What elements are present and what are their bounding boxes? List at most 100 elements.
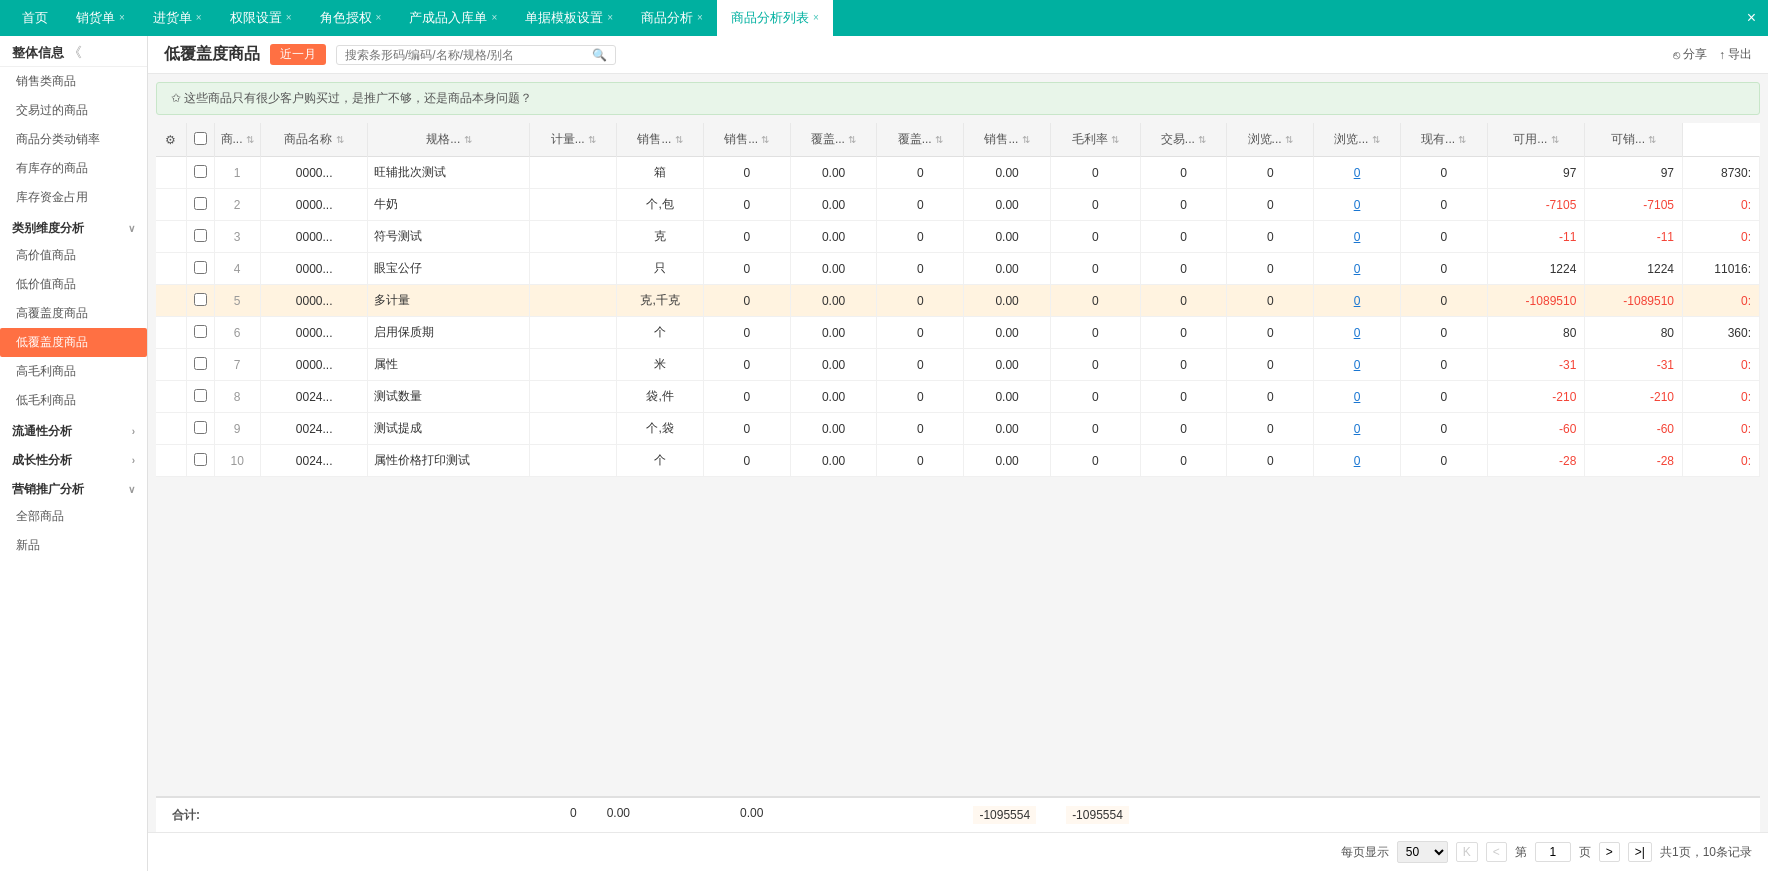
- close-icon[interactable]: ×: [491, 0, 497, 36]
- sidebar-item-low-value[interactable]: 低价值商品: [0, 270, 147, 299]
- sidebar-item-high-margin[interactable]: 高毛利商品: [0, 357, 147, 386]
- nav-tab-products[interactable]: 产成品入库单 ×: [395, 0, 511, 36]
- table-footer: 合计: 0 0.00 0.00 -1095554 -1095554: [156, 796, 1760, 832]
- row-checkbox[interactable]: [186, 381, 214, 413]
- sidebar-promo-section[interactable]: 营销推广分析 ∨: [0, 473, 147, 502]
- col-sales-amt[interactable]: 销售... ⇅: [703, 123, 790, 157]
- col-margin[interactable]: 毛利率 ⇅: [1050, 123, 1140, 157]
- col-available[interactable]: 可用... ⇅: [1487, 123, 1585, 157]
- col-coverage1[interactable]: 覆盖... ⇅: [790, 123, 877, 157]
- col-trade[interactable]: 交易... ⇅: [1140, 123, 1227, 157]
- row-settings: [156, 157, 186, 189]
- col-browse1[interactable]: 浏览... ⇅: [1227, 123, 1314, 157]
- nav-tab-home[interactable]: 首页: [8, 0, 62, 36]
- row-browse2: 0: [1400, 253, 1487, 285]
- sidebar-item-new-goods[interactable]: 新品: [0, 531, 147, 560]
- sidebar-growth-section[interactable]: 成长性分析 ›: [0, 444, 147, 473]
- sidebar-item-stock[interactable]: 有库存的商品: [0, 154, 147, 183]
- row-checkbox[interactable]: [186, 285, 214, 317]
- sidebar-flow-section[interactable]: 流通性分析 ›: [0, 415, 147, 444]
- page-number-input[interactable]: [1535, 842, 1571, 862]
- row-browse1[interactable]: 0: [1314, 221, 1401, 253]
- col-code[interactable]: 商... ⇅: [214, 123, 260, 157]
- row-browse1[interactable]: 0: [1314, 413, 1401, 445]
- sidebar-category-section[interactable]: 类别维度分析 ∨: [0, 212, 147, 241]
- close-icon[interactable]: ×: [697, 0, 703, 36]
- col-sales-qty[interactable]: 销售... ⇅: [617, 123, 704, 157]
- row-checkbox[interactable]: [186, 317, 214, 349]
- sidebar-item-low-coverage[interactable]: 低覆盖度商品: [0, 328, 147, 357]
- row-checkbox[interactable]: [186, 349, 214, 381]
- row-margin: 0: [1140, 381, 1227, 413]
- close-icon[interactable]: ×: [286, 0, 292, 36]
- row-checkbox[interactable]: [186, 189, 214, 221]
- share-button[interactable]: ⎋ 分享: [1673, 46, 1707, 63]
- row-trade: 0: [1227, 413, 1314, 445]
- row-browse1[interactable]: 0: [1314, 157, 1401, 189]
- last-page-button[interactable]: >|: [1628, 842, 1652, 862]
- close-icon[interactable]: ×: [813, 0, 819, 36]
- row-checkbox[interactable]: [186, 445, 214, 477]
- sidebar-item-sales-rate[interactable]: 商品分类动销率: [0, 125, 147, 154]
- row-num: 10: [214, 445, 260, 477]
- sidebar-item-all-goods[interactable]: 全部商品: [0, 502, 147, 531]
- close-icon[interactable]: ×: [376, 0, 382, 36]
- col-sales-days[interactable]: 销售... ⇅: [964, 123, 1051, 157]
- data-table-container[interactable]: ⚙ 商... ⇅ 商品名称 ⇅ 规格... ⇅ 计量... ⇅ 销售... ⇅ …: [156, 123, 1760, 796]
- col-spec[interactable]: 规格... ⇅: [368, 123, 530, 157]
- sort-icon: ⇅: [1285, 134, 1293, 145]
- row-browse1[interactable]: 0: [1314, 381, 1401, 413]
- sidebar-item-capital[interactable]: 库存资金占用: [0, 183, 147, 212]
- close-icon[interactable]: ×: [607, 0, 613, 36]
- close-icon[interactable]: ×: [119, 0, 125, 36]
- prev-page-button[interactable]: <: [1486, 842, 1507, 862]
- nav-tab-sales[interactable]: 销货单 ×: [62, 0, 139, 36]
- col-saleable[interactable]: 可销... ⇅: [1585, 123, 1683, 157]
- nav-tab-analysis-list[interactable]: 商品分析列表 ×: [717, 0, 833, 36]
- row-coverage1: 0: [877, 445, 964, 477]
- search-icon: 🔍: [592, 48, 607, 62]
- close-all-button[interactable]: ×: [1747, 9, 1756, 27]
- col-unit[interactable]: 计量... ⇅: [530, 123, 617, 157]
- sidebar-item-high-value[interactable]: 高价值商品: [0, 241, 147, 270]
- col-browse2[interactable]: 浏览... ⇅: [1314, 123, 1401, 157]
- row-checkbox[interactable]: [186, 413, 214, 445]
- row-sales-amt: 0.00: [790, 445, 877, 477]
- row-browse1[interactable]: 0: [1314, 349, 1401, 381]
- search-input[interactable]: [345, 48, 592, 62]
- nav-tab-roles[interactable]: 角色授权 ×: [306, 0, 396, 36]
- nav-tab-purchase[interactable]: 进货单 ×: [139, 0, 216, 36]
- col-coverage2[interactable]: 覆盖... ⇅: [877, 123, 964, 157]
- per-page-select[interactable]: 50 20 100 200: [1397, 841, 1448, 863]
- row-trade: 0: [1227, 317, 1314, 349]
- chevron-down-icon: ∨: [128, 223, 135, 234]
- next-page-button[interactable]: >: [1599, 842, 1620, 862]
- recent-filter-button[interactable]: 近一月: [270, 44, 326, 65]
- row-sales-qty: 0: [703, 157, 790, 189]
- select-all-checkbox[interactable]: [194, 132, 207, 145]
- row-browse1[interactable]: 0: [1314, 317, 1401, 349]
- sidebar-item-low-margin[interactable]: 低毛利商品: [0, 386, 147, 415]
- row-sales-amt: 0.00: [790, 221, 877, 253]
- row-checkbox[interactable]: [186, 253, 214, 285]
- col-settings[interactable]: ⚙: [156, 123, 186, 157]
- sidebar-collapse-button[interactable]: 《: [64, 44, 86, 62]
- sidebar-item-traded-goods[interactable]: 交易过的商品: [0, 96, 147, 125]
- nav-tab-permissions[interactable]: 权限设置 ×: [216, 0, 306, 36]
- first-page-button[interactable]: K: [1456, 842, 1478, 862]
- row-browse1[interactable]: 0: [1314, 445, 1401, 477]
- close-icon[interactable]: ×: [196, 0, 202, 36]
- nav-tab-analysis[interactable]: 商品分析 ×: [627, 0, 717, 36]
- row-checkbox[interactable]: [186, 157, 214, 189]
- sidebar-item-high-coverage[interactable]: 高覆盖度商品: [0, 299, 147, 328]
- row-checkbox[interactable]: [186, 221, 214, 253]
- row-browse1[interactable]: 0: [1314, 253, 1401, 285]
- row-browse1[interactable]: 0: [1314, 285, 1401, 317]
- col-current-stock[interactable]: 现有... ⇅: [1400, 123, 1487, 157]
- nav-tab-templates[interactable]: 单据模板设置 ×: [511, 0, 627, 36]
- row-available: -11: [1585, 221, 1683, 253]
- export-button[interactable]: ↑ 导出: [1719, 46, 1752, 63]
- col-name[interactable]: 商品名称 ⇅: [260, 123, 368, 157]
- sidebar-item-sales-goods[interactable]: 销售类商品: [0, 67, 147, 96]
- row-browse1[interactable]: 0: [1314, 189, 1401, 221]
